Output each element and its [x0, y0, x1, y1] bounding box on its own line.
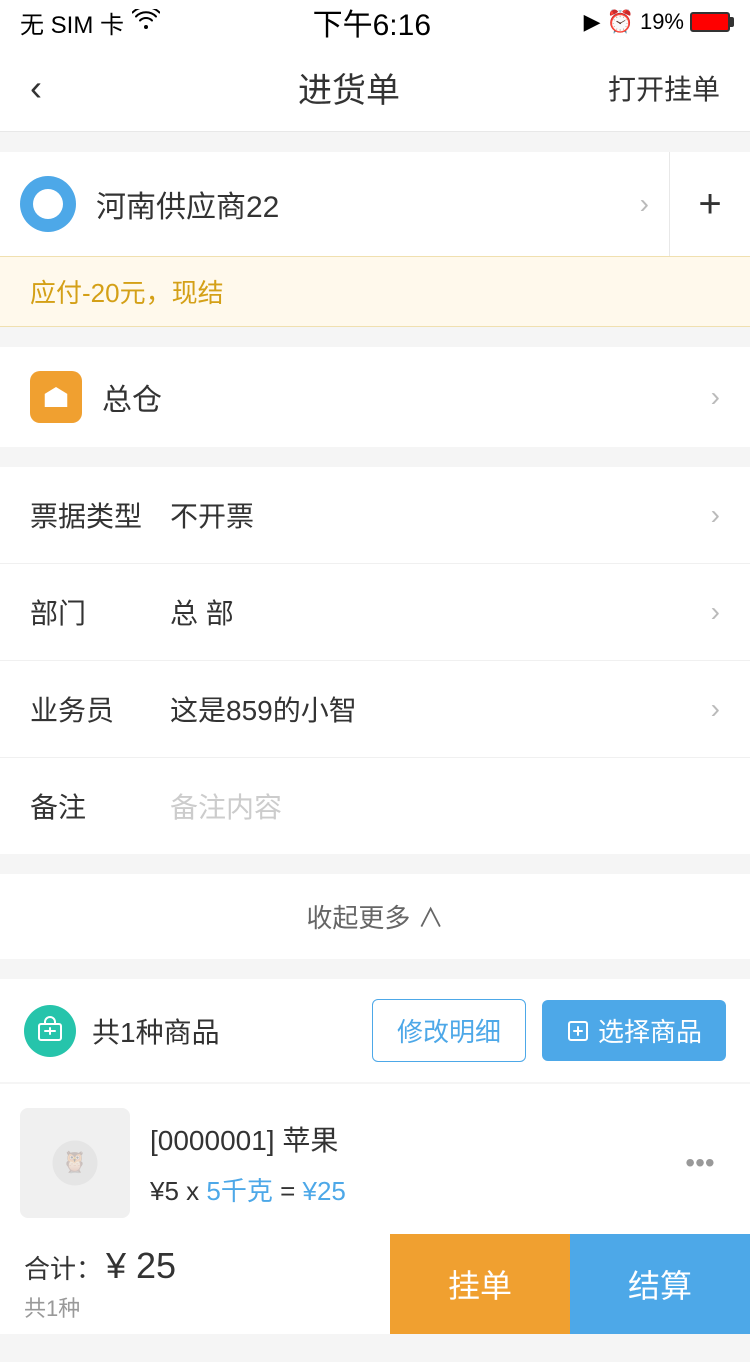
- location-icon: ▶: [584, 9, 601, 35]
- staff-value: 这是859的小智: [150, 689, 701, 729]
- supplier-add-button[interactable]: +: [670, 152, 750, 256]
- modify-detail-button[interactable]: 修改明细: [372, 999, 526, 1062]
- products-count: 共1种商品: [92, 1011, 356, 1051]
- collapse-label: 收起更多 ∧: [306, 898, 443, 935]
- remark-label: 备注: [30, 786, 150, 826]
- product-item: 🦉 [0000001] 苹果 ¥5 x 5千克 = ¥25 •••: [0, 1084, 750, 1242]
- select-product-button[interactable]: 选择商品: [542, 1000, 726, 1061]
- product-unit-price: ¥5 x: [150, 1176, 206, 1206]
- page-title: 进货单: [298, 63, 400, 112]
- total-sub: 共1种: [24, 1291, 176, 1323]
- remark-input[interactable]: 备注内容: [150, 786, 720, 826]
- product-thumbnail: 🦉: [20, 1108, 130, 1218]
- status-bar: 无 SIM 卡 下午6:16 ▶ ⏰ 19%: [0, 0, 750, 44]
- ticket-type-row[interactable]: 票据类型 不开票 ›: [0, 467, 750, 564]
- total-label: 合计：: [24, 1249, 102, 1286]
- hang-button[interactable]: 挂单: [390, 1234, 570, 1334]
- avatar-inner: [33, 189, 63, 219]
- product-equals: =: [280, 1176, 302, 1206]
- staff-label: 业务员: [30, 689, 150, 729]
- status-right: ▶ ⏰ 19%: [584, 9, 730, 35]
- dept-value: 总 部: [150, 592, 701, 632]
- dept-chevron-icon: ›: [711, 596, 720, 628]
- dept-label: 部门: [30, 592, 150, 632]
- ticket-type-label: 票据类型: [30, 495, 150, 535]
- back-button[interactable]: ‹: [30, 67, 90, 109]
- remark-row[interactable]: 备注 备注内容: [0, 758, 750, 854]
- nav-bar: ‹ 进货单 打开挂单: [0, 44, 750, 132]
- alarm-icon: ⏰: [607, 9, 634, 35]
- status-time: 下午6:16: [313, 0, 431, 44]
- products-icon: [24, 1005, 76, 1057]
- supplier-chevron-icon: ›: [640, 188, 649, 220]
- supplier-avatar: [20, 176, 76, 232]
- bottom-total: 合计： ¥ 25 共1种: [0, 1234, 390, 1334]
- product-code: [0000001]: [150, 1125, 282, 1156]
- battery-percent: 19%: [640, 9, 684, 35]
- total-row: 合计： ¥ 25: [24, 1245, 176, 1287]
- product-info: [0000001] 苹果 ¥5 x 5千克 = ¥25: [150, 1119, 670, 1208]
- settle-button[interactable]: 结算: [570, 1234, 750, 1334]
- form-section: 票据类型 不开票 › 部门 总 部 › 业务员 这是859的小智 › 备注 备注…: [0, 467, 750, 854]
- product-qty: 5千克: [206, 1176, 272, 1206]
- supplier-notice: 应付-20元，现结: [0, 256, 750, 327]
- warehouse-icon: [30, 371, 82, 423]
- products-header: 共1种商品 修改明细 选择商品: [0, 979, 750, 1082]
- supplier-name: 河南供应商22: [96, 182, 630, 226]
- product-title: 苹果: [282, 1125, 338, 1156]
- total-amount: ¥ 25: [106, 1245, 176, 1287]
- product-name: [0000001] 苹果: [150, 1119, 670, 1159]
- product-total: ¥25: [303, 1176, 346, 1206]
- product-more-button[interactable]: •••: [670, 1147, 730, 1179]
- wifi-icon: [132, 8, 160, 36]
- warehouse-section[interactable]: 总仓 ›: [0, 347, 750, 447]
- select-product-label: 选择商品: [598, 1012, 702, 1049]
- supplier-section: 河南供应商22 › +: [0, 152, 750, 256]
- collapse-bar[interactable]: 收起更多 ∧: [0, 874, 750, 959]
- supplier-select[interactable]: 河南供应商22 ›: [0, 152, 670, 256]
- staff-row[interactable]: 业务员 这是859的小智 ›: [0, 661, 750, 758]
- warehouse-name: 总仓: [102, 375, 701, 419]
- add-icon: +: [698, 182, 721, 227]
- ticket-chevron-icon: ›: [711, 499, 720, 531]
- carrier-text: 无 SIM 卡: [20, 5, 124, 40]
- ticket-type-value: 不开票: [150, 495, 701, 535]
- total-inner: 合计： ¥ 25 共1种: [24, 1245, 176, 1323]
- bottom-bar: 合计： ¥ 25 共1种 挂单 结算: [0, 1234, 750, 1334]
- open-pending-button[interactable]: 打开挂单: [608, 68, 720, 108]
- staff-chevron-icon: ›: [711, 693, 720, 725]
- product-price: ¥5 x 5千克 = ¥25: [150, 1171, 670, 1208]
- dept-row[interactable]: 部门 总 部 ›: [0, 564, 750, 661]
- svg-text:🦉: 🦉: [62, 1150, 88, 1174]
- warehouse-chevron-icon: ›: [711, 381, 720, 413]
- gap-1: [0, 132, 750, 152]
- status-left: 无 SIM 卡: [20, 5, 160, 40]
- battery-icon: [690, 12, 730, 32]
